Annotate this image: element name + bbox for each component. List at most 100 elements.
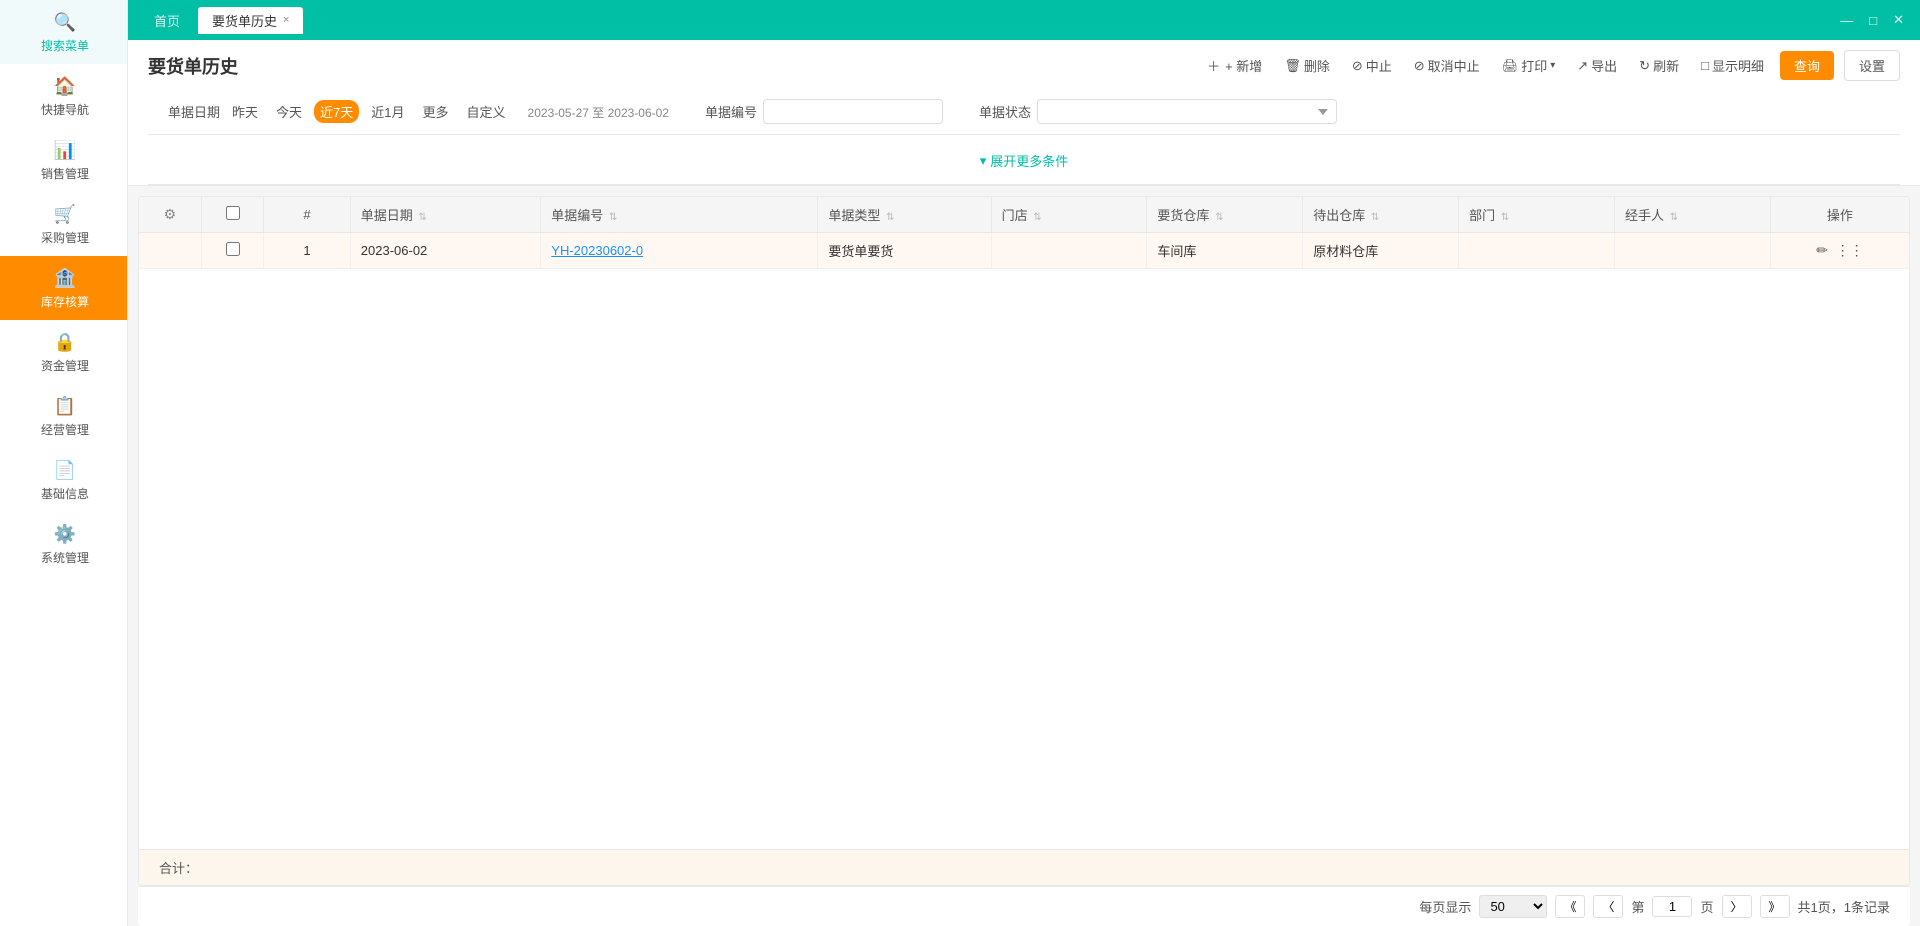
prev-page-button[interactable]: 〈 [1593, 895, 1623, 918]
sidebar-item-shortcuts-label: 快捷导航 [41, 101, 89, 118]
req-wh-sort-icon[interactable]: ⇅ [1215, 212, 1223, 223]
page-size-select[interactable]: 10 20 50 100 [1479, 895, 1547, 918]
query-label: 查询 [1794, 56, 1820, 75]
date-option-yesterday[interactable]: 昨天 [226, 100, 264, 123]
row-pending-wh-cell: 原材料仓库 [1303, 233, 1459, 269]
filter-group-date: 单据日期 昨天 今天 近7天 近1月 更多 自定义 [168, 100, 512, 123]
doc-no-link[interactable]: YH-20230602-0 [551, 243, 643, 258]
status-select[interactable] [1037, 99, 1337, 124]
next-page-button[interactable]: 〉 [1722, 895, 1752, 918]
minimize-button[interactable]: — [1836, 11, 1857, 30]
col-pending-wh-header: 待出仓库 ⇅ [1303, 197, 1459, 233]
stop-button[interactable]: ⊘ 中止 [1346, 52, 1398, 79]
date-option-custom[interactable]: 自定义 [461, 100, 512, 123]
pending-wh-sort-icon[interactable]: ⇅ [1371, 212, 1379, 223]
sidebar-item-finance-label: 资金管理 [41, 357, 89, 374]
table-settings-icon[interactable]: ⚙ [164, 206, 177, 222]
cancel-stop-label: 取消中止 [1428, 56, 1480, 75]
table-footer: 合计： [139, 849, 1909, 885]
date-option-more[interactable]: 更多 [417, 100, 455, 123]
pagination-bar: 每页显示 10 20 50 100 《 〈 第 页 〉 》 共1页，1条记录 [138, 886, 1910, 926]
export-button[interactable]: ↗ 导出 [1571, 52, 1623, 79]
date-sort-icon[interactable]: ⇅ [418, 212, 426, 223]
row-req-wh-cell: 车间库 [1147, 233, 1303, 269]
refresh-button[interactable]: ↻ 刷新 [1633, 52, 1685, 79]
no-sort-icon[interactable]: ⇅ [609, 212, 617, 223]
sidebar-item-operations[interactable]: 📋 经营管理 [0, 384, 127, 448]
export-label: 导出 [1591, 56, 1617, 75]
delete-label: 删除 [1304, 56, 1330, 75]
col-check-header [201, 197, 263, 233]
page-title: 要货单历史 [148, 53, 238, 79]
docno-input[interactable] [763, 99, 943, 124]
table-row: 1 2023-06-02 YH-20230602-0 要货单要货 车间库 原材料… [139, 233, 1909, 269]
date-option-7days[interactable]: 近7天 [314, 100, 359, 123]
tab-active-label: 要货单历史 [212, 11, 277, 30]
row-handler-cell [1615, 233, 1771, 269]
row-checkbox[interactable] [226, 242, 240, 256]
sidebar-item-search[interactable]: 🔍 搜索菜单 [0, 0, 127, 64]
date-option-today[interactable]: 今天 [270, 100, 308, 123]
select-all-checkbox[interactable] [226, 206, 240, 220]
query-button[interactable]: 查询 [1780, 51, 1834, 80]
filter-group-status: 单据状态 [979, 99, 1880, 124]
last-page-button[interactable]: 》 [1760, 895, 1790, 918]
row-edit-icon[interactable]: ✏ [1816, 242, 1828, 258]
basic-icon: 📄 [54, 460, 76, 481]
row-no-cell: YH-20230602-0 [541, 233, 818, 269]
new-button[interactable]: ＋ + 新增 [1201, 52, 1268, 79]
toolbar: ＋ + 新增 🗑 删除 ⊘ 中止 ⊘ 取消中止 [1201, 50, 1900, 81]
handler-sort-icon[interactable]: ⇅ [1670, 212, 1678, 223]
print-icon: 🖨 [1502, 58, 1519, 74]
row-settings-cell [139, 233, 201, 269]
delete-button[interactable]: 🗑 删除 [1278, 52, 1336, 79]
col-dept-label: 部门 [1469, 208, 1495, 223]
sidebar-item-operations-label: 经营管理 [41, 421, 89, 438]
sidebar-item-purchase[interactable]: 🛒 采购管理 [0, 192, 127, 256]
refresh-icon: ↻ [1639, 58, 1650, 74]
col-req-wh-label: 要货仓库 [1157, 208, 1209, 223]
filter-bar: 单据日期 昨天 今天 近7天 近1月 更多 自定义 2023-05-27 至 2… [148, 89, 1900, 135]
page-label-after: 页 [1700, 897, 1713, 916]
print-button[interactable]: 🖨 打印 ▾ [1496, 52, 1562, 79]
table-wrapper[interactable]: ⚙ # 单据日期 ⇅ 单据编号 [139, 197, 1909, 849]
tab-close-icon[interactable]: × [283, 14, 289, 26]
col-store-label: 门店 [1002, 208, 1028, 223]
sidebar-item-basic[interactable]: 📄 基础信息 [0, 448, 127, 512]
search-icon: 🔍 [54, 12, 76, 33]
col-req-wh-header: 要货仓库 ⇅ [1147, 197, 1303, 233]
sidebar-item-search-label: 搜索菜单 [41, 37, 89, 54]
settings-button[interactable]: 设置 [1844, 50, 1900, 81]
col-index-header: # [264, 197, 351, 233]
refresh-label: 刷新 [1653, 56, 1679, 75]
first-page-button[interactable]: 《 [1555, 895, 1585, 918]
cancel-stop-button[interactable]: ⊘ 取消中止 [1408, 52, 1486, 79]
maximize-button[interactable]: □ [1865, 11, 1881, 30]
sidebar-item-sales[interactable]: 📊 销售管理 [0, 128, 127, 192]
col-handler-label: 经手人 [1625, 208, 1664, 223]
table-container: ⚙ # 单据日期 ⇅ 单据编号 [138, 196, 1910, 886]
sidebar-item-system[interactable]: ⚙️ 系统管理 [0, 512, 127, 576]
row-date-cell: 2023-06-02 [350, 233, 541, 269]
new-label: + 新增 [1225, 56, 1262, 75]
sidebar-item-finance[interactable]: 🔒 资金管理 [0, 320, 127, 384]
date-option-1month[interactable]: 近1月 [365, 100, 410, 123]
close-window-button[interactable]: ✕ [1889, 10, 1908, 30]
tab-home[interactable]: 首页 [140, 7, 194, 34]
page-input[interactable] [1652, 896, 1692, 917]
display-detail-button[interactable]: □ 显示明细 [1695, 52, 1770, 79]
col-type-label: 单据类型 [828, 208, 880, 223]
row-more-icon[interactable]: ⋮⋮ [1836, 242, 1864, 258]
tab-requisition-history[interactable]: 要货单历史 × [198, 7, 303, 34]
dept-sort-icon[interactable]: ⇅ [1501, 212, 1509, 223]
sidebar-item-inventory[interactable]: 🏦 库存核算 [0, 256, 127, 320]
date-options: 昨天 今天 近7天 近1月 更多 自定义 [226, 100, 512, 123]
status-label: 单据状态 [979, 102, 1031, 121]
store-sort-icon[interactable]: ⇅ [1033, 212, 1041, 223]
type-sort-icon[interactable]: ⇅ [886, 212, 894, 223]
sidebar-item-shortcuts[interactable]: 🏠 快捷导航 [0, 64, 127, 128]
tab-home-label: 首页 [154, 11, 180, 30]
operations-icon: 📋 [54, 396, 76, 417]
expand-more-button[interactable]: ▾ 展开更多条件 [972, 147, 1077, 174]
print-dropdown-icon: ▾ [1550, 60, 1555, 71]
